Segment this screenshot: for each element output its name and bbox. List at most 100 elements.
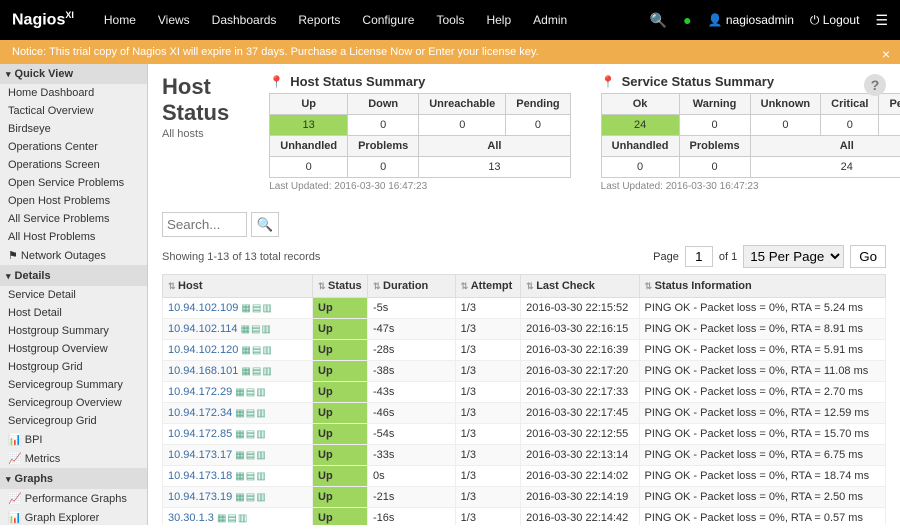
table-row: 30.30.1.3 ▦▤▥Up-16s1/32016-03-30 22:14:4… bbox=[163, 508, 886, 526]
license-key-link[interactable]: Enter your license key. bbox=[428, 46, 538, 58]
status-cell: Up bbox=[313, 403, 368, 424]
sidebar-item[interactable]: Servicegroup Summary bbox=[0, 376, 147, 394]
purchase-link[interactable]: Purchase a License Now bbox=[291, 46, 413, 58]
nav-configure[interactable]: Configure bbox=[362, 13, 414, 27]
sidebar-item[interactable]: Hostgroup Grid bbox=[0, 358, 147, 376]
sidebar-item[interactable]: Tactical Overview bbox=[0, 102, 147, 120]
logout-link[interactable]: ⏻ Logout bbox=[810, 13, 860, 28]
table-row: 10.94.173.19 ▦▤▥Up-21s1/32016-03-30 22:1… bbox=[163, 487, 886, 508]
main-content: ? Host Status All hosts 📍Host Status Sum… bbox=[148, 64, 900, 525]
user-menu[interactable]: 👤 nagiosadmin bbox=[708, 13, 794, 27]
host-action-icons[interactable]: ▦▤▥ bbox=[235, 450, 266, 461]
host-link[interactable]: 10.94.102.109 bbox=[168, 302, 238, 314]
sidebar-item[interactable]: Open Service Problems bbox=[0, 174, 147, 192]
col-header[interactable]: Status bbox=[313, 275, 368, 298]
sidebar-item[interactable]: Operations Center bbox=[0, 138, 147, 156]
pin-icon[interactable]: 📍 bbox=[601, 75, 616, 89]
sidebar-section-details[interactable]: Details bbox=[0, 266, 147, 286]
host-link[interactable]: 10.94.172.34 bbox=[168, 407, 232, 419]
sidebar-item[interactable]: Open Host Problems bbox=[0, 192, 147, 210]
col-header[interactable]: Host bbox=[163, 275, 313, 298]
host-link[interactable]: 10.94.168.101 bbox=[168, 365, 238, 377]
nav-views[interactable]: Views bbox=[158, 13, 190, 27]
sidebar-item[interactable]: Servicegroup Grid bbox=[0, 412, 147, 430]
page-input[interactable] bbox=[685, 246, 713, 267]
table-row: 10.94.173.17 ▦▤▥Up-33s1/32016-03-30 22:1… bbox=[163, 445, 886, 466]
host-action-icons[interactable]: ▦▤▥ bbox=[241, 366, 272, 377]
host-action-icons[interactable]: ▦▤▥ bbox=[217, 513, 248, 524]
logo[interactable]: NagiosXI bbox=[12, 10, 74, 29]
sidebar-item[interactable]: Servicegroup Overview bbox=[0, 394, 147, 412]
per-page-select[interactable]: 15 Per Page bbox=[743, 245, 844, 268]
status-cell: Up bbox=[313, 361, 368, 382]
sidebar-item[interactable]: 📈 Performance Graphs bbox=[0, 489, 147, 508]
nav-help[interactable]: Help bbox=[486, 13, 511, 27]
search-icon[interactable]: 🔍 bbox=[650, 12, 667, 29]
col-header[interactable]: Duration bbox=[368, 275, 456, 298]
close-icon[interactable]: × bbox=[882, 46, 890, 62]
page-title: Host Status bbox=[162, 74, 229, 126]
host-action-icons[interactable]: ▦▤▥ bbox=[241, 324, 272, 335]
col-header[interactable]: Last Check bbox=[521, 275, 639, 298]
status-icon[interactable]: ● bbox=[683, 12, 691, 28]
hamburger-icon[interactable]: ☰ bbox=[875, 12, 888, 29]
sidebar-section-graphs[interactable]: Graphs bbox=[0, 469, 147, 489]
go-button[interactable]: Go bbox=[850, 245, 886, 268]
sidebar-item[interactable]: Service Detail bbox=[0, 286, 147, 304]
host-link[interactable]: 10.94.173.17 bbox=[168, 449, 232, 461]
search-button[interactable]: 🔍 bbox=[251, 212, 279, 237]
sidebar-item[interactable]: 📊 BPI bbox=[0, 430, 147, 449]
host-link[interactable]: 10.94.172.85 bbox=[168, 428, 232, 440]
sidebar-section-quick-view[interactable]: Quick View bbox=[0, 64, 147, 84]
host-action-icons[interactable]: ▦▤▥ bbox=[235, 471, 266, 482]
table-row: 10.94.172.85 ▦▤▥Up-54s1/32016-03-30 22:1… bbox=[163, 424, 886, 445]
host-link[interactable]: 30.30.1.3 bbox=[168, 512, 214, 524]
sidebar-item[interactable]: Host Detail bbox=[0, 304, 147, 322]
host-link[interactable]: 10.94.102.120 bbox=[168, 344, 238, 356]
table-row: 10.94.102.120 ▦▤▥Up-28s1/32016-03-30 22:… bbox=[163, 340, 886, 361]
nav-tools[interactable]: Tools bbox=[436, 13, 464, 27]
host-link[interactable]: 10.94.173.18 bbox=[168, 470, 232, 482]
sidebar-item[interactable]: All Host Problems bbox=[0, 228, 147, 246]
host-link[interactable]: 10.94.102.114 bbox=[168, 323, 238, 335]
host-link[interactable]: 10.94.172.29 bbox=[168, 386, 232, 398]
status-cell: Up bbox=[313, 382, 368, 403]
host-action-icons[interactable]: ▦▤▥ bbox=[235, 429, 266, 440]
host-summary-updated: Last Updated: 2016-03-30 16:47:23 bbox=[269, 181, 570, 192]
sidebar-item[interactable]: Hostgroup Summary bbox=[0, 322, 147, 340]
nav-home[interactable]: Home bbox=[104, 13, 136, 27]
sidebar-item[interactable]: 📊 Graph Explorer bbox=[0, 508, 147, 525]
host-action-icons[interactable]: ▦▤▥ bbox=[235, 492, 266, 503]
sidebar-item[interactable]: Operations Screen bbox=[0, 156, 147, 174]
status-cell: Up bbox=[313, 298, 368, 319]
sidebar-item[interactable]: All Service Problems bbox=[0, 210, 147, 228]
search-input[interactable] bbox=[162, 212, 247, 237]
nav-menu: Home Views Dashboards Reports Configure Tools… bbox=[104, 13, 567, 27]
host-action-icons[interactable]: ▦▤▥ bbox=[241, 303, 272, 314]
table-row: 10.94.168.101 ▦▤▥Up-38s1/32016-03-30 22:… bbox=[163, 361, 886, 382]
pin-icon[interactable]: 📍 bbox=[269, 75, 284, 89]
nav-right: 🔍 ● 👤 nagiosadmin ⏻ Logout ☰ bbox=[650, 12, 888, 29]
col-header[interactable]: Status Information bbox=[639, 275, 885, 298]
nav-admin[interactable]: Admin bbox=[533, 13, 567, 27]
host-action-icons[interactable]: ▦▤▥ bbox=[241, 345, 272, 356]
status-cell: Up bbox=[313, 466, 368, 487]
nav-reports[interactable]: Reports bbox=[298, 13, 340, 27]
help-icon[interactable]: ? bbox=[864, 74, 886, 96]
host-link[interactable]: 10.94.173.19 bbox=[168, 491, 232, 503]
top-nav: NagiosXI Home Views Dashboards Reports Confi… bbox=[0, 0, 900, 40]
sidebar-item[interactable]: Home Dashboard bbox=[0, 84, 147, 102]
sidebar: Quick ViewHome DashboardTactical Overvie… bbox=[0, 64, 148, 525]
status-cell: Up bbox=[313, 319, 368, 340]
sidebar-item[interactable]: Birdseye bbox=[0, 120, 147, 138]
host-status-summary: 📍Host Status Summary UpDownUnreachablePe… bbox=[269, 74, 570, 192]
sidebar-item[interactable]: 📈 Metrics bbox=[0, 449, 147, 468]
table-row: 10.94.172.34 ▦▤▥Up-46s1/32016-03-30 22:1… bbox=[163, 403, 886, 424]
sidebar-item[interactable]: ⚑ Network Outages bbox=[0, 246, 147, 265]
col-header[interactable]: Attempt bbox=[455, 275, 521, 298]
host-action-icons[interactable]: ▦▤▥ bbox=[235, 387, 266, 398]
sidebar-item[interactable]: Hostgroup Overview bbox=[0, 340, 147, 358]
nav-dashboards[interactable]: Dashboards bbox=[212, 13, 277, 27]
host-action-icons[interactable]: ▦▤▥ bbox=[235, 408, 266, 419]
table-row: 10.94.102.109 ▦▤▥Up-5s1/32016-03-30 22:1… bbox=[163, 298, 886, 319]
